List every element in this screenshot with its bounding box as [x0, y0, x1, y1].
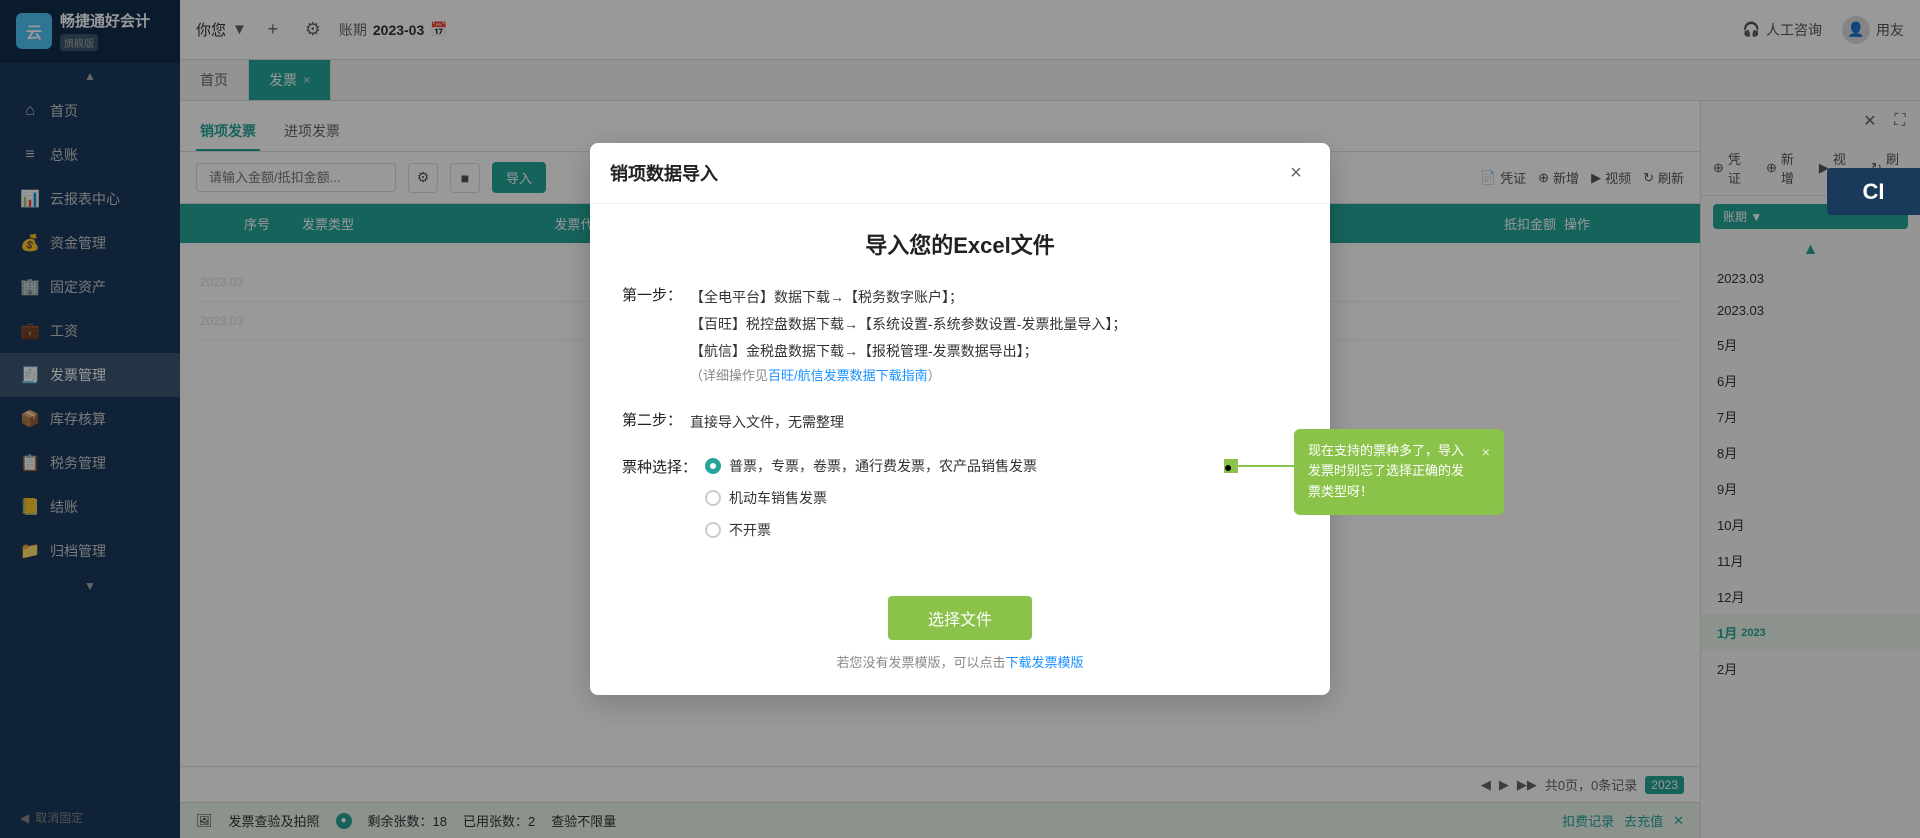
tooltip-line: [1238, 465, 1298, 467]
tooltip-text: 现在支持的票种多了，导入发票时别忘了选择正确的发票类型呀！: [1308, 443, 1464, 500]
dialog-overlay: 销项数据导入 × 导入您的Excel文件 第一步： 【全电平台】数据下载→【税务…: [0, 0, 1920, 838]
dialog-header: 销项数据导入 ×: [590, 143, 1330, 204]
step1-content: 【全电平台】数据下载→【税务数字账户】； 【百旺】税控盘数据下载→【系统设置-系…: [690, 284, 1126, 388]
radio-motor-icon: [705, 490, 721, 506]
step1-label: 第一步：: [622, 284, 682, 388]
step2-label: 第二步：: [622, 409, 682, 436]
tooltip-dot: ●: [1224, 459, 1238, 473]
dialog-body: 导入您的Excel文件 第一步： 【全电平台】数据下载→【税务数字账户】； 【百…: [590, 204, 1330, 579]
import-dialog: 销项数据导入 × 导入您的Excel文件 第一步： 【全电平台】数据下载→【税务…: [590, 143, 1330, 694]
ticket-row: 票种选择： 普票，专票，卷票，通行费发票，农产品销售发票 ●: [622, 456, 1298, 540]
step2-content: 直接导入文件，无需整理: [690, 409, 844, 436]
dialog-title: 销项数据导入: [610, 160, 718, 186]
dialog-main-title: 导入您的Excel文件: [622, 228, 1298, 260]
step1-line1: 【全电平台】数据下载→【税务数字账户】；: [690, 284, 1126, 311]
step2-row: 第二步： 直接导入文件，无需整理: [622, 409, 1298, 436]
ticket-option-row-normal: 普票，专票，卷票，通行费发票，农产品销售发票 ● × 现在支持的票种多了，导入发…: [705, 456, 1298, 476]
step1-row: 第一步： 【全电平台】数据下载→【税务数字账户】； 【百旺】税控盘数据下载→【系…: [622, 284, 1298, 388]
tooltip-box: × 现在支持的票种多了，导入发票时别忘了选择正确的发票类型呀！: [1294, 429, 1504, 515]
select-file-button[interactable]: 选择文件: [888, 596, 1032, 640]
step1-line2: 【百旺】税控盘数据下载→【系统设置-系统参数设置-发票批量导入】；: [690, 311, 1126, 338]
step1-link-row: （详细操作见百旺/航信发票数据下载指南）: [690, 364, 1126, 389]
dialog-close-button[interactable]: ×: [1282, 159, 1310, 187]
radio-none-icon: [705, 522, 721, 538]
ci-badge: CI: [1827, 168, 1920, 215]
step1-line3: 【航信】金税盘数据下载→【报税管理-发票数据导出】；: [690, 338, 1126, 365]
ticket-option-normal-label: 普票，专票，卷票，通行费发票，农产品销售发票: [729, 456, 1037, 476]
ticket-options: 普票，专票，卷票，通行费发票，农产品销售发票 ● × 现在支持的票种多了，导入发…: [705, 456, 1298, 540]
tooltip-wrapper: ● × 现在支持的票种多了，导入发票时别忘了选择正确的发票类型呀！: [1224, 459, 1298, 473]
ticket-option-none-label: 不开票: [729, 520, 771, 540]
step1-link-paren-close: ）: [928, 368, 941, 383]
ticket-option-motor-label: 机动车销售发票: [729, 488, 827, 508]
step1-download-link[interactable]: 百旺/航信发票数据下载指南: [768, 368, 928, 383]
ticket-option-none[interactable]: 不开票: [705, 520, 1298, 540]
radio-normal-icon: [705, 458, 721, 474]
dialog-footer: 选择文件 若您没有发票模版，可以点击下载发票模版: [590, 580, 1330, 695]
ticket-label: 票种选择：: [622, 456, 697, 477]
download-hint: 若您没有发票模版，可以点击下载发票模版: [836, 652, 1083, 671]
download-template-link[interactable]: 下载发票模版: [1006, 655, 1084, 670]
ticket-option-motor[interactable]: 机动车销售发票: [705, 488, 1298, 508]
ticket-option-normal[interactable]: 普票，专票，卷票，通行费发票，农产品销售发票: [705, 456, 1037, 476]
step1-link-paren-open: （详细操作见: [690, 368, 768, 383]
tooltip-close-icon[interactable]: ×: [1482, 441, 1490, 463]
download-hint-pre: 若您没有发票模版，可以点击: [836, 655, 1005, 670]
